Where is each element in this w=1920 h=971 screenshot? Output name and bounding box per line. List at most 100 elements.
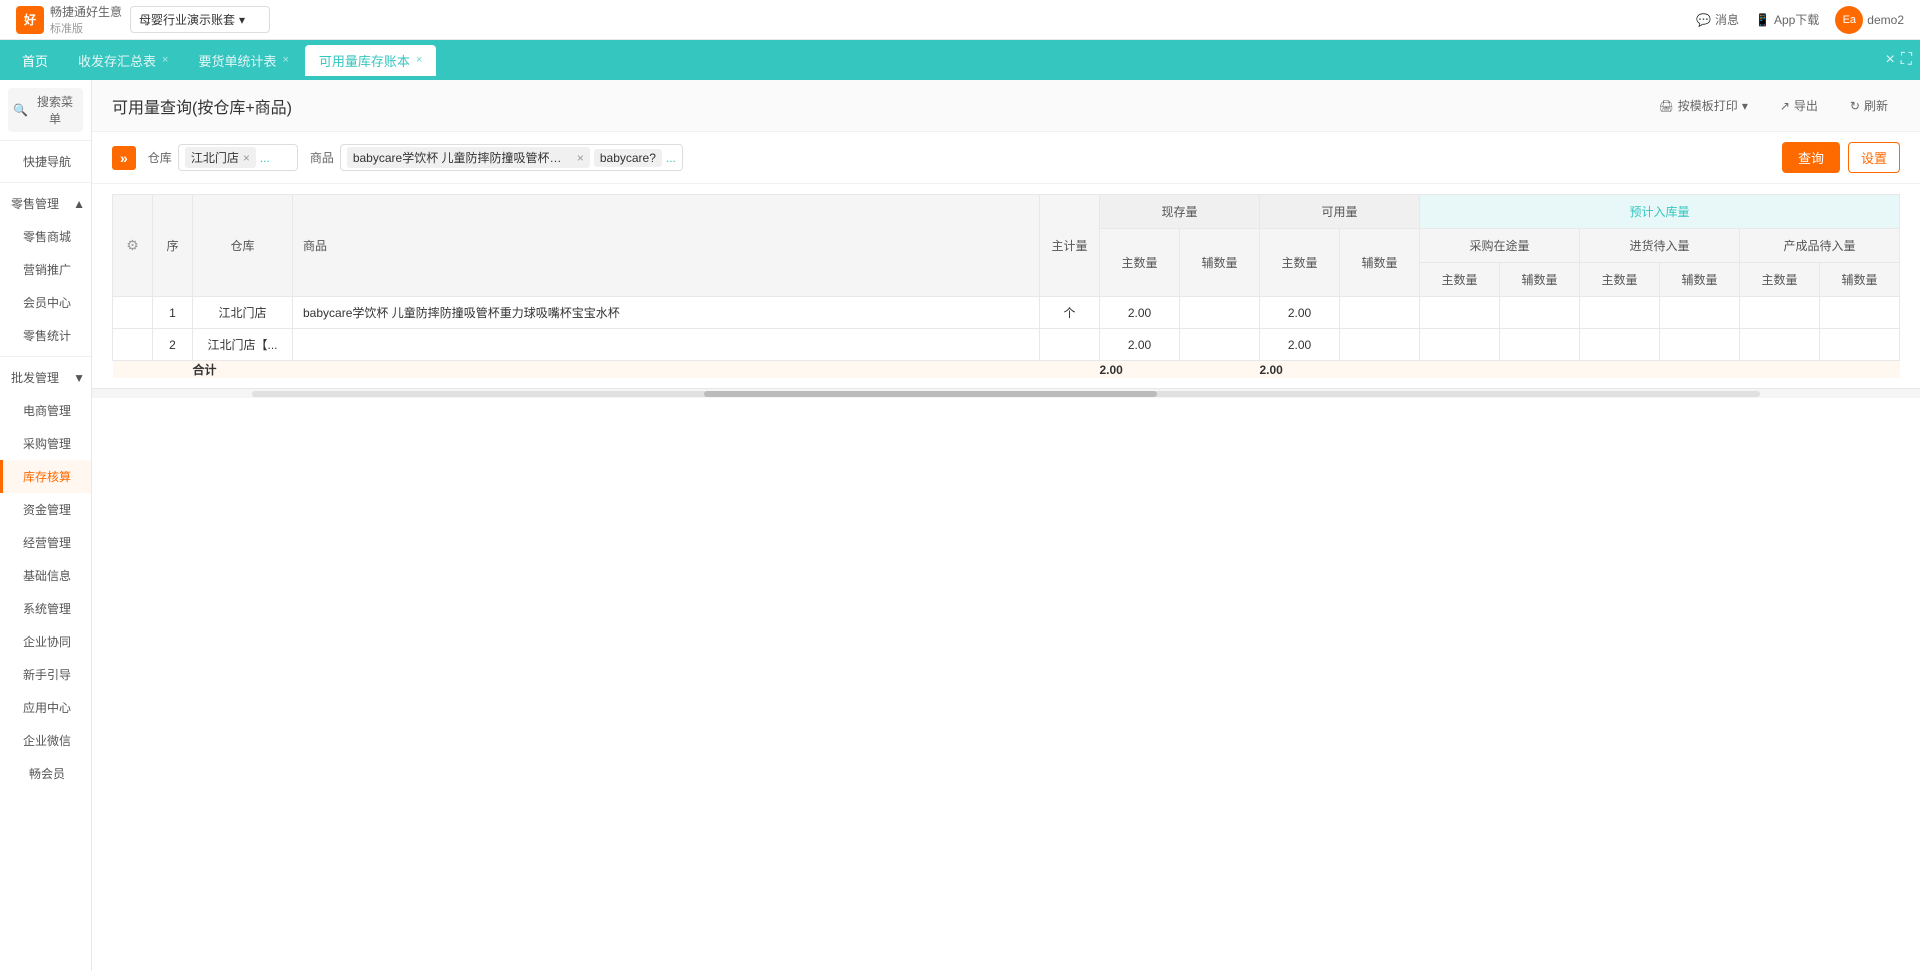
sidebar-item-appcenter[interactable]: 应用中心 [0, 691, 91, 724]
username-label: demo2 [1867, 13, 1904, 27]
top-bar-left: 好 畅捷通好生意 标准版 母婴行业演示账套 ▾ [16, 3, 270, 36]
th-main-unit: 主计量 [1040, 195, 1100, 297]
tenant-selector[interactable]: 母婴行业演示账套 ▾ [130, 6, 270, 33]
tab-receive[interactable]: 收发存汇总表 × [64, 45, 182, 76]
th-stock-main: 主数量 [1100, 229, 1180, 297]
tab-available[interactable]: 可用量库存账本 × [305, 45, 436, 76]
logo-sub: 标准版 [50, 20, 122, 36]
row2-no: 2 [153, 329, 193, 361]
th-purchase-transit: 采购在途量 [1420, 229, 1580, 263]
expand-tabs[interactable]: ⛶ [1901, 51, 1912, 69]
row2-product [293, 329, 1040, 361]
sidebar-divider-1 [0, 182, 91, 183]
th-stock-aux: 辅数量 [1180, 229, 1260, 297]
warehouse-more[interactable]: ... [260, 151, 270, 165]
sidebar-item-purchase[interactable]: 采购管理 [0, 427, 91, 460]
sidebar-item-wholesale[interactable]: 批发管理 ▼ [0, 361, 91, 394]
export-button[interactable]: ↗ 导出 [1768, 92, 1830, 119]
sidebar-item-member[interactable]: 会员中心 [0, 286, 91, 319]
sidebar-item-newbie[interactable]: 新手引导 [0, 658, 91, 691]
warehouse-filter: 仓库 江北门店 × ... [148, 144, 298, 171]
table-settings-icon[interactable]: ⚙ [126, 237, 139, 253]
th-settings: ⚙ [113, 195, 153, 297]
close-all-tabs[interactable]: × [1885, 51, 1894, 69]
scrollbar-thumb[interactable] [704, 391, 1156, 397]
sidebar-item-vip[interactable]: 畅会员 [0, 757, 91, 790]
row2-stock-main: 2.00 [1100, 329, 1180, 361]
row2-unit [1040, 329, 1100, 361]
print-arrow-icon: ▾ [1742, 99, 1748, 113]
sidebar-item-system[interactable]: 系统管理 [0, 592, 91, 625]
search-menu-button[interactable]: 🔍 搜索菜单 [8, 88, 83, 132]
receive-tab-close[interactable]: × [162, 54, 168, 66]
total-avail-aux [1340, 361, 1420, 379]
sidebar-item-retail-mall[interactable]: 零售商城 [0, 220, 91, 253]
sidebar-search-area: 🔍 搜索菜单 [0, 80, 91, 141]
message-action[interactable]: 💬 消息 [1696, 11, 1739, 28]
table-container: ⚙ 序 仓库 商品 主计量 现存量 可用量 预计入库量 主数量 辅 [92, 184, 1920, 388]
inventory-table: ⚙ 序 仓库 商品 主计量 现存量 可用量 预计入库量 主数量 辅 [112, 194, 1900, 378]
sidebar-item-inventory[interactable]: 库存核算 [0, 460, 91, 493]
total-stock-main: 2.00 [1100, 361, 1180, 379]
th-avail-aux: 辅数量 [1340, 229, 1420, 297]
logo-text-area: 畅捷通好生意 标准版 [50, 3, 122, 36]
filter-actions: 查询 设置 [1782, 142, 1900, 173]
user-profile[interactable]: Ea demo2 [1835, 6, 1904, 34]
sidebar-item-retail-stats[interactable]: 零售统计 [0, 319, 91, 352]
top-bar-right: 💬 消息 📱 App下载 Ea demo2 [1696, 6, 1904, 34]
avatar: Ea [1835, 6, 1863, 34]
th-purchase-aux: 辅数量 [1500, 263, 1580, 297]
warehouse-tag-close[interactable]: × [243, 151, 250, 165]
th-no: 序 [153, 195, 193, 297]
row1-prod-aux [1820, 297, 1900, 329]
message-icon: 💬 [1696, 13, 1711, 27]
row2-avail-main: 2.00 [1260, 329, 1340, 361]
product-more[interactable]: ... [666, 151, 676, 165]
horizontal-scrollbar[interactable] [92, 388, 1920, 398]
tab-order[interactable]: 要货单统计表 × [184, 45, 302, 76]
sidebar-item-retail-mgmt[interactable]: 零售管理 ▲ [0, 187, 91, 220]
search-icon: 🔍 [13, 103, 28, 117]
sidebar-nav: 快捷导航 零售管理 ▲ 零售商城 营销推广 会员中心 零售统计 批发管理 ▼ [0, 141, 91, 794]
th-avail-main: 主数量 [1260, 229, 1340, 297]
main-layout: 🔍 搜索菜单 快捷导航 零售管理 ▲ 零售商城 营销推广 会员中心 [0, 80, 1920, 971]
total-label: 合计 [193, 361, 1100, 379]
available-tab-close[interactable]: × [416, 54, 422, 66]
app-download-action[interactable]: 📱 App下载 [1755, 11, 1819, 28]
sidebar-item-quick-nav[interactable]: 快捷导航 [0, 145, 91, 178]
app-icon: 📱 [1755, 13, 1770, 27]
print-icon: 🖨 [1659, 99, 1674, 113]
sidebar-item-marketing[interactable]: 营销推广 [0, 253, 91, 286]
sidebar-item-wechat[interactable]: 企业微信 [0, 724, 91, 757]
content-area: 可用量查询(按仓库+商品) 🖨 按模板打印 ▾ ↗ 导出 ↻ 刷新 [92, 80, 1920, 971]
row1-unit: 个 [1040, 297, 1100, 329]
th-production-pending: 产成品待入量 [1740, 229, 1900, 263]
product-tag-1-close[interactable]: × [577, 151, 584, 165]
home-tab-label: 首页 [22, 51, 48, 70]
sidebar-divider-2 [0, 356, 91, 357]
settings-button[interactable]: 设置 [1848, 142, 1900, 173]
sidebar-item-finance[interactable]: 资金管理 [0, 493, 91, 526]
row1-avail-main: 2.00 [1260, 297, 1340, 329]
row1-purchase-main [1420, 297, 1500, 329]
tab-home[interactable]: 首页 [8, 45, 62, 76]
row2-stock-aux [1180, 329, 1260, 361]
wholesale-arrow-icon: ▼ [73, 371, 85, 385]
row2-purchase-main [1420, 329, 1500, 361]
row2-settings [113, 329, 153, 361]
sidebar-item-collab[interactable]: 企业协同 [0, 625, 91, 658]
print-button[interactable]: 🖨 按模板打印 ▾ [1647, 92, 1760, 119]
th-prod-main: 主数量 [1740, 263, 1820, 297]
order-tab-close[interactable]: × [282, 54, 288, 66]
refresh-button[interactable]: ↻ 刷新 [1838, 92, 1900, 119]
filter-expand-button[interactable]: » [112, 146, 136, 170]
row2-prod-main [1740, 329, 1820, 361]
th-pending-in: 进货待入量 [1580, 229, 1740, 263]
query-button[interactable]: 查询 [1782, 142, 1840, 173]
th-pending-main: 主数量 [1580, 263, 1660, 297]
available-tab-label: 可用量库存账本 [319, 51, 410, 70]
sidebar-item-basic[interactable]: 基础信息 [0, 559, 91, 592]
row1-prod-main [1740, 297, 1820, 329]
sidebar-item-ecommerce[interactable]: 电商管理 [0, 394, 91, 427]
sidebar-item-ops[interactable]: 经营管理 [0, 526, 91, 559]
